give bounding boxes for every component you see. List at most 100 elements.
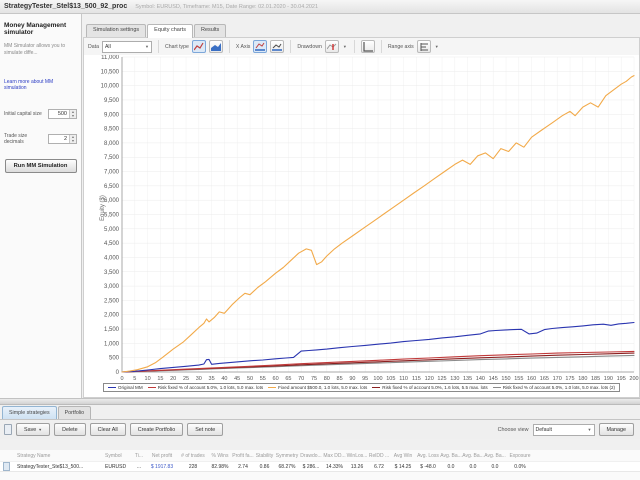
x-tick-label: 5 <box>133 376 136 381</box>
column-header[interactable]: Avg. Ba... <box>462 453 484 459</box>
legend-item: Original MM <box>107 385 143 390</box>
create-portfolio-button[interactable]: Create Portfolio <box>129 423 184 436</box>
clear-all-button[interactable]: Clear All <box>89 423 126 436</box>
trade-decimals-label: Trade size decimals <box>4 132 28 145</box>
y-tick-label: 7,500 <box>104 155 120 161</box>
strategies-table: Strategy Name Symbol Ti... Net profit # of t… <box>0 450 640 480</box>
column-header[interactable]: Avg. Loss <box>416 453 440 459</box>
step-down-icon[interactable]: ▼ <box>70 113 76 118</box>
y-tick-label: 10,000 <box>101 84 120 90</box>
run-mm-simulation-button[interactable]: Run MM Simulation <box>4 158 77 173</box>
tab-results[interactable]: Results <box>193 24 227 37</box>
column-header[interactable]: Net profit <box>146 453 178 459</box>
data-label: Data <box>88 43 99 50</box>
column-header[interactable]: WinLos... <box>346 453 368 459</box>
tab-simple-strategies[interactable]: Simple strategies <box>2 406 57 419</box>
x-tick-label: 165 <box>540 376 549 381</box>
column-header[interactable]: Drawdo... <box>299 453 323 459</box>
column-header[interactable]: RelDD ... <box>368 453 390 459</box>
trade-decimals-value[interactable]: 2 <box>49 135 69 143</box>
initial-capital-value[interactable]: 500 <box>49 110 69 118</box>
trade-decimals-stepper[interactable]: ▲ ▼ <box>69 134 76 143</box>
drawdown-label: Drawdown <box>297 43 322 50</box>
column-header[interactable]: Avg Win <box>390 453 416 459</box>
x-tick-label: 0 <box>120 376 123 381</box>
y-tick-label: 7,000 <box>104 170 120 176</box>
table-row[interactable]: StrategyTester_Ste$13_500... EURUSD... $ 1… <box>0 461 640 472</box>
x-tick-label: 190 <box>604 376 613 381</box>
learn-more-link[interactable]: Learn more about MM simulation <box>4 79 77 91</box>
table-cell: 2.74 <box>238 463 248 470</box>
choose-view-label: Choose view <box>497 426 529 433</box>
data-select-value: All <box>104 43 111 50</box>
column-header[interactable]: Ti... <box>132 453 146 459</box>
tab-portfolio[interactable]: Portfolio <box>57 406 92 419</box>
column-header[interactable]: Stability <box>254 453 275 459</box>
y-tick-label: 10,500 <box>101 69 120 75</box>
trade-decimals-input[interactable]: 2 ▲ ▼ <box>48 133 77 144</box>
y-tick-label: 9,500 <box>104 98 120 104</box>
y-tick-label: 2,500 <box>104 298 120 304</box>
set-note-button[interactable]: Set note <box>187 423 224 436</box>
table-cell: $ 1917.83 <box>150 463 174 470</box>
toolbar-divider <box>228 40 230 53</box>
drawdown-button[interactable] <box>324 40 339 53</box>
column-header[interactable]: % Wins <box>208 453 232 459</box>
delete-button[interactable]: Delete <box>54 423 86 436</box>
table-cell: StrategyTester_Ste$13_500... <box>17 463 84 470</box>
column-header[interactable]: Profit fa... <box>232 453 254 459</box>
chart-type-line-button[interactable] <box>191 40 206 53</box>
x-tick-label: 45 <box>234 376 240 381</box>
x-tick-label: 85 <box>337 376 343 381</box>
column-header[interactable]: # of trades <box>178 453 208 459</box>
horizontal-splitter[interactable] <box>0 398 640 405</box>
range-axis-label: Range axis <box>387 43 414 50</box>
chevron-down-icon: ▼ <box>145 44 149 49</box>
tab-equity-charts[interactable]: Equity charts <box>147 24 193 38</box>
x-tick-label: 185 <box>591 376 600 381</box>
y-tick-label: 2,000 <box>104 313 120 319</box>
step-down-icon[interactable]: ▼ <box>70 138 76 143</box>
chart-panel: Simulation settings Equity charts Result… <box>83 14 640 398</box>
x-tick-label: 100 <box>373 376 382 381</box>
column-header[interactable]: Symbol <box>102 453 132 459</box>
manage-button[interactable]: Manage <box>598 423 634 436</box>
x-tick-label: 130 <box>450 376 459 381</box>
view-select[interactable]: Default ▼ <box>532 423 595 436</box>
drawdown-dropdown-caret[interactable]: ▼ <box>342 44 348 49</box>
y-tick-label: 8,500 <box>104 127 120 133</box>
axis-scale-button[interactable] <box>360 40 375 53</box>
y-tick-label: 4,500 <box>104 241 120 247</box>
x-axis-time-button[interactable] <box>270 40 285 53</box>
table-cell: 6.72 <box>374 463 384 470</box>
column-header[interactable]: Avg. Ba... <box>484 453 506 459</box>
x-tick-label: 145 <box>489 376 498 381</box>
window-subtitle: Symbol: EURUSD, Timeframe: M15, Date Ran… <box>135 3 319 10</box>
x-tick-label: 110 <box>399 376 408 381</box>
initial-capital-stepper[interactable]: ▲ ▼ <box>69 109 76 118</box>
table-cell: 0.86 <box>259 463 270 470</box>
column-header[interactable]: Strategy Name <box>14 453 102 459</box>
table-cell: 82.98% <box>211 463 229 470</box>
column-header[interactable]: Symmetry <box>275 453 299 459</box>
x-tick-label: 200 <box>629 376 638 381</box>
column-header[interactable]: Avg. Ba... <box>440 453 462 459</box>
column-header[interactable]: Exposure <box>506 453 534 459</box>
chart-type-label: Chart type <box>164 43 189 50</box>
equity-chart-svg[interactable]: 05001,0001,5002,0002,5003,0003,5004,0004… <box>84 55 639 381</box>
tab-simulation-settings[interactable]: Simulation settings <box>86 24 147 37</box>
x-tick-label: 115 <box>412 376 421 381</box>
data-select[interactable]: All ▼ <box>101 40 152 53</box>
table-body: StrategyTester_Ste$13_500... EURUSD... $ 1… <box>0 461 640 472</box>
initial-capital-input[interactable]: 500 ▲ ▼ <box>48 108 77 119</box>
column-header[interactable]: Max DD... <box>323 453 346 459</box>
save-button[interactable]: Save ▼ <box>16 423 51 436</box>
range-axis-dropdown-caret[interactable]: ▼ <box>434 44 440 49</box>
chart-type-area-button[interactable] <box>208 40 223 53</box>
range-axis-button[interactable] <box>416 40 431 53</box>
legend-dash-icon <box>372 387 381 388</box>
clipboard-icon[interactable] <box>4 424 12 435</box>
axis-scale-icon <box>363 41 373 52</box>
x-axis-trades-button[interactable] <box>253 40 268 53</box>
legend-item: Fixed amount $500.0, 1.0 lots, 5.0 max. … <box>268 385 367 390</box>
